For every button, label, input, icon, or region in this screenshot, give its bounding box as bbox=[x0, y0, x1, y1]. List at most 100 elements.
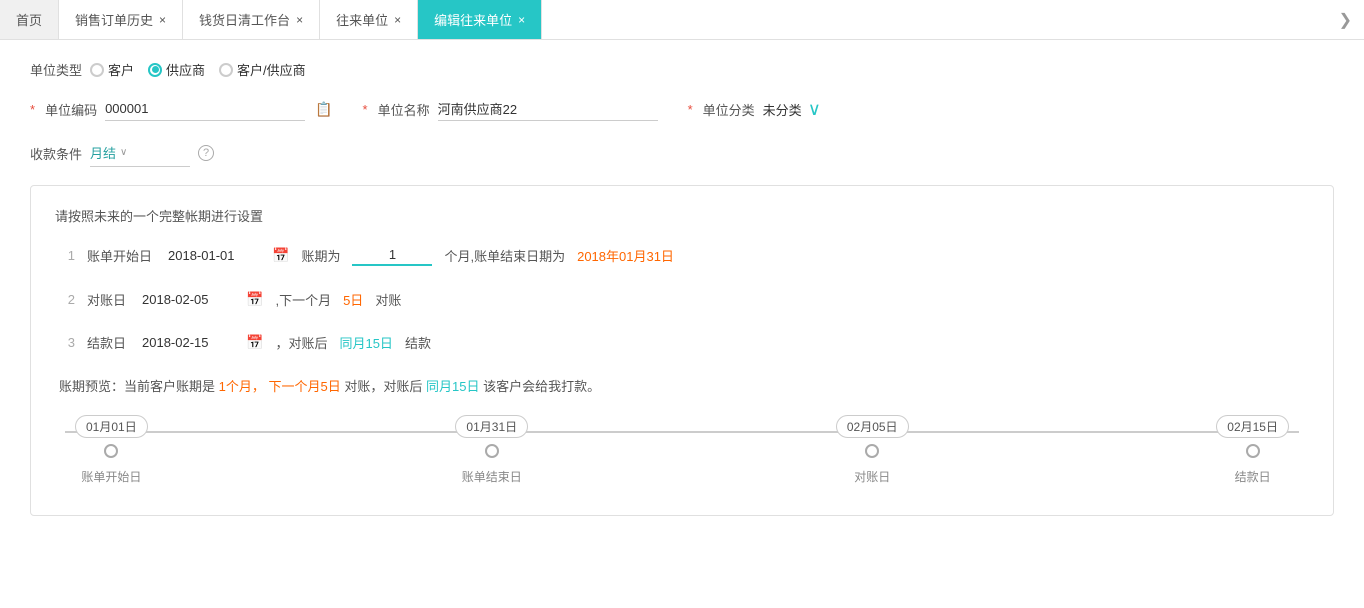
unit-classify-label: 单位分类 bbox=[703, 100, 755, 119]
code-name-classify-row: * 单位编码 📋 * 单位名称 * 单位分类 未分类 ∨ bbox=[30, 97, 1334, 121]
row-date-3: 2018-02-15 bbox=[142, 335, 232, 350]
row-suffix-2b: 5日 bbox=[343, 290, 363, 309]
preview-mid: 对账，对账后 bbox=[344, 379, 422, 394]
classify-arrow-icon: ∨ bbox=[808, 99, 821, 120]
payment-condition-arrow-icon: ∨ bbox=[120, 147, 127, 158]
calendar-icon-1[interactable]: 📅 bbox=[272, 247, 289, 264]
radio-supplier[interactable]: 供应商 bbox=[148, 60, 205, 79]
row-suffix-3c: 结款 bbox=[405, 333, 431, 352]
unit-name-field: * 单位名称 bbox=[363, 97, 658, 121]
section-title: 请按照未来的一个完整帐期进行设置 bbox=[55, 206, 1309, 225]
radio-label-both: 客户/供应商 bbox=[237, 60, 306, 79]
classify-dropdown[interactable]: 未分类 ∨ bbox=[763, 99, 821, 120]
unit-code-label: 单位编码 bbox=[45, 100, 97, 119]
unit-type-label: 单位类型 bbox=[30, 60, 82, 79]
row-num-1: 1 bbox=[55, 248, 75, 263]
tab-home[interactable]: 首页 bbox=[0, 0, 59, 39]
row-suffix-3b: 同月15日 bbox=[339, 333, 392, 352]
payment-condition-value: 月结 bbox=[90, 143, 116, 162]
row-suffix-2a: ,下一个月 bbox=[275, 290, 331, 309]
row-suffix-before-1: 账期为 bbox=[301, 246, 340, 265]
point-label-1: 01月31日 bbox=[455, 415, 528, 438]
config-row-3: 3 结款日 2018-02-15 📅 ，对账后 同月15日 结款 bbox=[55, 333, 1309, 352]
tab-sales-order-history[interactable]: 销售订单历史 × bbox=[59, 0, 183, 39]
timeline-wrapper: 01月01日 账单开始日 01月31日 账单结束日 02月05日 对账日 02月… bbox=[55, 415, 1309, 485]
row-suffix-3a: ，对账后 bbox=[275, 333, 327, 352]
preview-end: 该客户会给我打款。 bbox=[483, 379, 600, 394]
config-row-2: 2 对账日 2018-02-05 📅 ,下一个月 5日 对账 bbox=[55, 290, 1309, 309]
unit-code-field: * 单位编码 📋 bbox=[30, 97, 333, 121]
unit-name-input[interactable] bbox=[438, 97, 658, 121]
point-dot-2 bbox=[865, 444, 879, 458]
required-star-code: * bbox=[30, 102, 35, 117]
period-section: 请按照未来的一个完整帐期进行设置 1 账单开始日 2018-01-01 📅 账期… bbox=[30, 185, 1334, 516]
timeline-point-2: 02月05日 对账日 bbox=[836, 415, 909, 485]
unit-type-field: 单位类型 客户 供应商 客户/供应商 bbox=[30, 60, 306, 79]
point-label-2: 02月05日 bbox=[836, 415, 909, 438]
radio-group: 客户 供应商 客户/供应商 bbox=[90, 60, 306, 79]
close-tab-edit-partner[interactable]: × bbox=[518, 14, 525, 26]
radio-customer[interactable]: 客户 bbox=[90, 60, 134, 79]
unit-code-icon[interactable]: 📋 bbox=[315, 101, 332, 118]
tab-cash-work[interactable]: 钱货日清工作台 × bbox=[183, 0, 320, 39]
point-desc-1: 账单结束日 bbox=[462, 468, 522, 485]
radio-circle-both bbox=[219, 63, 233, 77]
tab-expand-button[interactable]: ❯ bbox=[1327, 10, 1364, 30]
period-input[interactable] bbox=[352, 245, 432, 266]
point-desc-2: 对账日 bbox=[854, 468, 890, 485]
preview-label: 账期预览：当前客户账期是 bbox=[59, 379, 215, 394]
calendar-icon-3[interactable]: 📅 bbox=[246, 334, 263, 351]
timeline-point-3: 02月15日 结款日 bbox=[1216, 415, 1289, 485]
main-content: 单位类型 客户 供应商 客户/供应商 * 单位编码 bbox=[0, 40, 1364, 608]
preview-account: 下一个月5日 bbox=[269, 379, 341, 394]
close-tab-cash[interactable]: × bbox=[296, 14, 303, 26]
unit-name-label: 单位名称 bbox=[378, 100, 430, 119]
row-label-3: 结款日 bbox=[87, 333, 126, 352]
close-tab-partner[interactable]: × bbox=[394, 14, 401, 26]
preview-period: 1个月， bbox=[219, 379, 265, 394]
classify-value: 未分类 bbox=[763, 100, 802, 119]
point-desc-0: 账单开始日 bbox=[81, 468, 141, 485]
point-label-0: 01月01日 bbox=[75, 415, 148, 438]
point-dot-1 bbox=[485, 444, 499, 458]
row-label-2: 对账日 bbox=[87, 290, 126, 309]
row-suffix-after-1: 个月,账单结束日期为 bbox=[444, 246, 565, 265]
unit-code-input[interactable] bbox=[105, 97, 305, 121]
radio-both[interactable]: 客户/供应商 bbox=[219, 60, 306, 79]
row-num-2: 2 bbox=[55, 292, 75, 307]
radio-circle-customer bbox=[90, 63, 104, 77]
row-num-3: 3 bbox=[55, 335, 75, 350]
point-desc-3: 结款日 bbox=[1235, 468, 1271, 485]
preview-settle: 同月15日 bbox=[426, 379, 479, 394]
required-star-classify: * bbox=[688, 102, 693, 117]
radio-circle-supplier bbox=[148, 63, 162, 77]
timeline-point-0: 01月01日 账单开始日 bbox=[75, 415, 148, 485]
required-star-name: * bbox=[363, 102, 368, 117]
preview-text: 账期预览：当前客户账期是 1个月， 下一个月5日 对账，对账后 同月15日 该客… bbox=[55, 376, 1309, 395]
help-icon[interactable]: ? bbox=[198, 145, 214, 161]
config-row-1: 1 账单开始日 2018-01-01 📅 账期为 个月,账单结束日期为 2018… bbox=[55, 245, 1309, 266]
payment-condition-dropdown[interactable]: 月结 ∨ bbox=[90, 139, 190, 167]
radio-label-supplier: 供应商 bbox=[166, 60, 205, 79]
payment-condition-label: 收款条件 bbox=[30, 144, 82, 163]
payment-condition-row: 收款条件 月结 ∨ ? bbox=[30, 139, 1334, 167]
point-label-3: 02月15日 bbox=[1216, 415, 1289, 438]
end-date-1: 2018年01月31日 bbox=[577, 246, 674, 265]
timeline-point-1: 01月31日 账单结束日 bbox=[455, 415, 528, 485]
close-tab-sales[interactable]: × bbox=[159, 14, 166, 26]
row-suffix-2c: 对账 bbox=[375, 290, 401, 309]
timeline-points: 01月01日 账单开始日 01月31日 账单结束日 02月05日 对账日 02月… bbox=[75, 415, 1289, 485]
radio-label-customer: 客户 bbox=[108, 60, 134, 79]
point-dot-3 bbox=[1246, 444, 1260, 458]
point-dot-0 bbox=[104, 444, 118, 458]
tab-edit-partner-unit[interactable]: 编辑往来单位 × bbox=[418, 0, 542, 39]
payment-condition-field: 收款条件 月结 ∨ ? bbox=[30, 139, 214, 167]
unit-classify-field: * 单位分类 未分类 ∨ bbox=[688, 99, 821, 120]
unit-type-row: 单位类型 客户 供应商 客户/供应商 bbox=[30, 60, 1334, 79]
row-date-2: 2018-02-05 bbox=[142, 292, 232, 307]
tab-partner-unit[interactable]: 往来单位 × bbox=[320, 0, 418, 39]
row-date-1: 2018-01-01 bbox=[168, 248, 258, 263]
tab-bar: 首页 销售订单历史 × 钱货日清工作台 × 往来单位 × 编辑往来单位 × ❯ bbox=[0, 0, 1364, 40]
calendar-icon-2[interactable]: 📅 bbox=[246, 291, 263, 308]
row-label-1: 账单开始日 bbox=[87, 246, 152, 265]
